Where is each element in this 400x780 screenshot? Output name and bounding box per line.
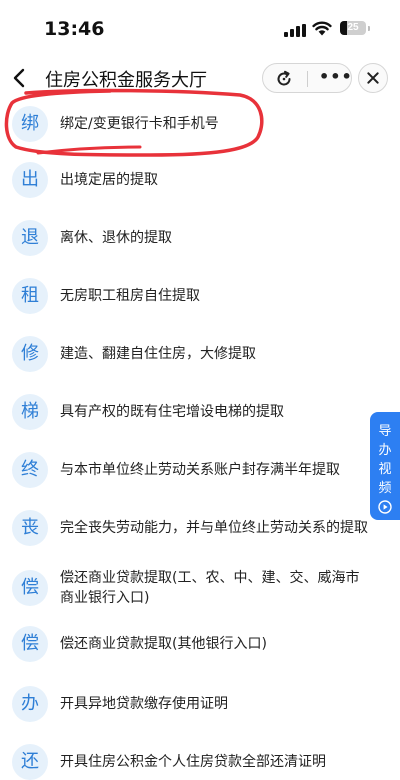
list-item-rent-withdrawal[interactable]: 租 无房职工租房自住提取 [0, 276, 370, 316]
item-label: 无房职工租房自住提取 [60, 288, 200, 304]
item-badge-icon: 修 [12, 336, 48, 372]
nav-bar: 住房公积金服务大厅 ••• [0, 56, 400, 100]
status-bar: 13:46 25 [0, 0, 400, 56]
list-item-elevator-withdrawal[interactable]: 梯 具有产权的既有住宅增设电梯的提取 [0, 392, 370, 432]
capsule-divider [307, 71, 308, 87]
list-item-retirement-withdrawal[interactable]: 退 离休、退休的提取 [0, 218, 370, 258]
guide-video-label: 导办视频 [378, 424, 392, 496]
list-item-emigration-withdrawal[interactable]: 出 出境定居的提取 [0, 160, 370, 200]
signal-icon [284, 24, 306, 37]
battery-level: 25 [347, 22, 359, 33]
refresh-icon[interactable] [275, 70, 293, 88]
item-label: 离休、退休的提取 [60, 230, 172, 246]
more-icon[interactable]: ••• [319, 65, 352, 91]
item-badge-icon: 绑 [12, 106, 48, 142]
guide-video-button[interactable]: 导办视频 [370, 412, 400, 520]
item-label: 开具异地贷款缴存使用证明 [60, 696, 228, 712]
list-item-build-repair-withdrawal[interactable]: 修 建造、翻建自住住房，大修提取 [0, 334, 370, 374]
list-item-remote-loan-certificate[interactable]: 办 开具异地贷款缴存使用证明 [0, 684, 370, 724]
item-label: 绑定/变更银行卡和手机号 [60, 116, 219, 132]
item-badge-icon: 退 [12, 220, 48, 256]
list-item-commercial-loan-other-banks[interactable]: 偿 偿还商业贷款提取(其他银行入口) [0, 624, 370, 664]
list-item-bind-bank-card[interactable]: 绑 绑定/变更银行卡和手机号 [0, 104, 370, 144]
item-badge-icon: 还 [12, 744, 48, 780]
item-badge-icon: 终 [12, 452, 48, 488]
item-label: 建造、翻建自住住房，大修提取 [60, 346, 256, 362]
status-time: 13:46 [44, 18, 105, 40]
wifi-icon [312, 21, 332, 36]
battery-icon: 25 [340, 21, 366, 35]
item-label-line-2: 商业银行入口) [60, 590, 150, 606]
list-item-account-sealed-withdrawal[interactable]: 终 与本市单位终止劳动关系账户封存满半年提取 [0, 450, 370, 490]
item-label: 偿还商业贷款提取(其他银行入口) [60, 636, 267, 652]
item-badge-icon: 丧 [12, 510, 48, 546]
page-title: 住房公积金服务大厅 [45, 70, 207, 91]
item-badge-icon: 偿 [12, 570, 48, 606]
item-label: 开具住房公积金个人住房贷款全部还清证明 [60, 754, 326, 770]
battery-tip [368, 26, 370, 31]
item-label: 偿还商业贷款提取(工、农、中、建、交、威海市 [60, 570, 360, 586]
chevron-left-icon[interactable] [8, 64, 32, 92]
mini-program-capsule: ••• [262, 63, 352, 93]
item-badge-icon: 梯 [12, 394, 48, 430]
item-label: 具有产权的既有住宅增设电梯的提取 [60, 404, 284, 420]
item-badge-icon: 偿 [12, 626, 48, 662]
item-label: 与本市单位终止劳动关系账户封存满半年提取 [60, 462, 340, 478]
item-badge-icon: 出 [12, 162, 48, 198]
item-badge-icon: 租 [12, 278, 48, 314]
play-circle-icon [378, 500, 392, 514]
close-icon[interactable] [358, 63, 388, 93]
list-item-disability-withdrawal[interactable]: 丧 完全丧失劳动能力，并与单位终止劳动关系的提取 [0, 508, 370, 548]
list-item-loan-paid-off-certificate[interactable]: 还 开具住房公积金个人住房贷款全部还清证明 [0, 742, 370, 780]
item-label: 出境定居的提取 [60, 172, 158, 188]
item-label: 完全丧失劳动能力，并与单位终止劳动关系的提取 [60, 520, 368, 536]
item-badge-icon: 办 [12, 686, 48, 722]
list-item-commercial-loan-listed-banks[interactable]: 偿 偿还商业贷款提取(工、农、中、建、交、威海市 商业银行入口) [0, 564, 370, 614]
